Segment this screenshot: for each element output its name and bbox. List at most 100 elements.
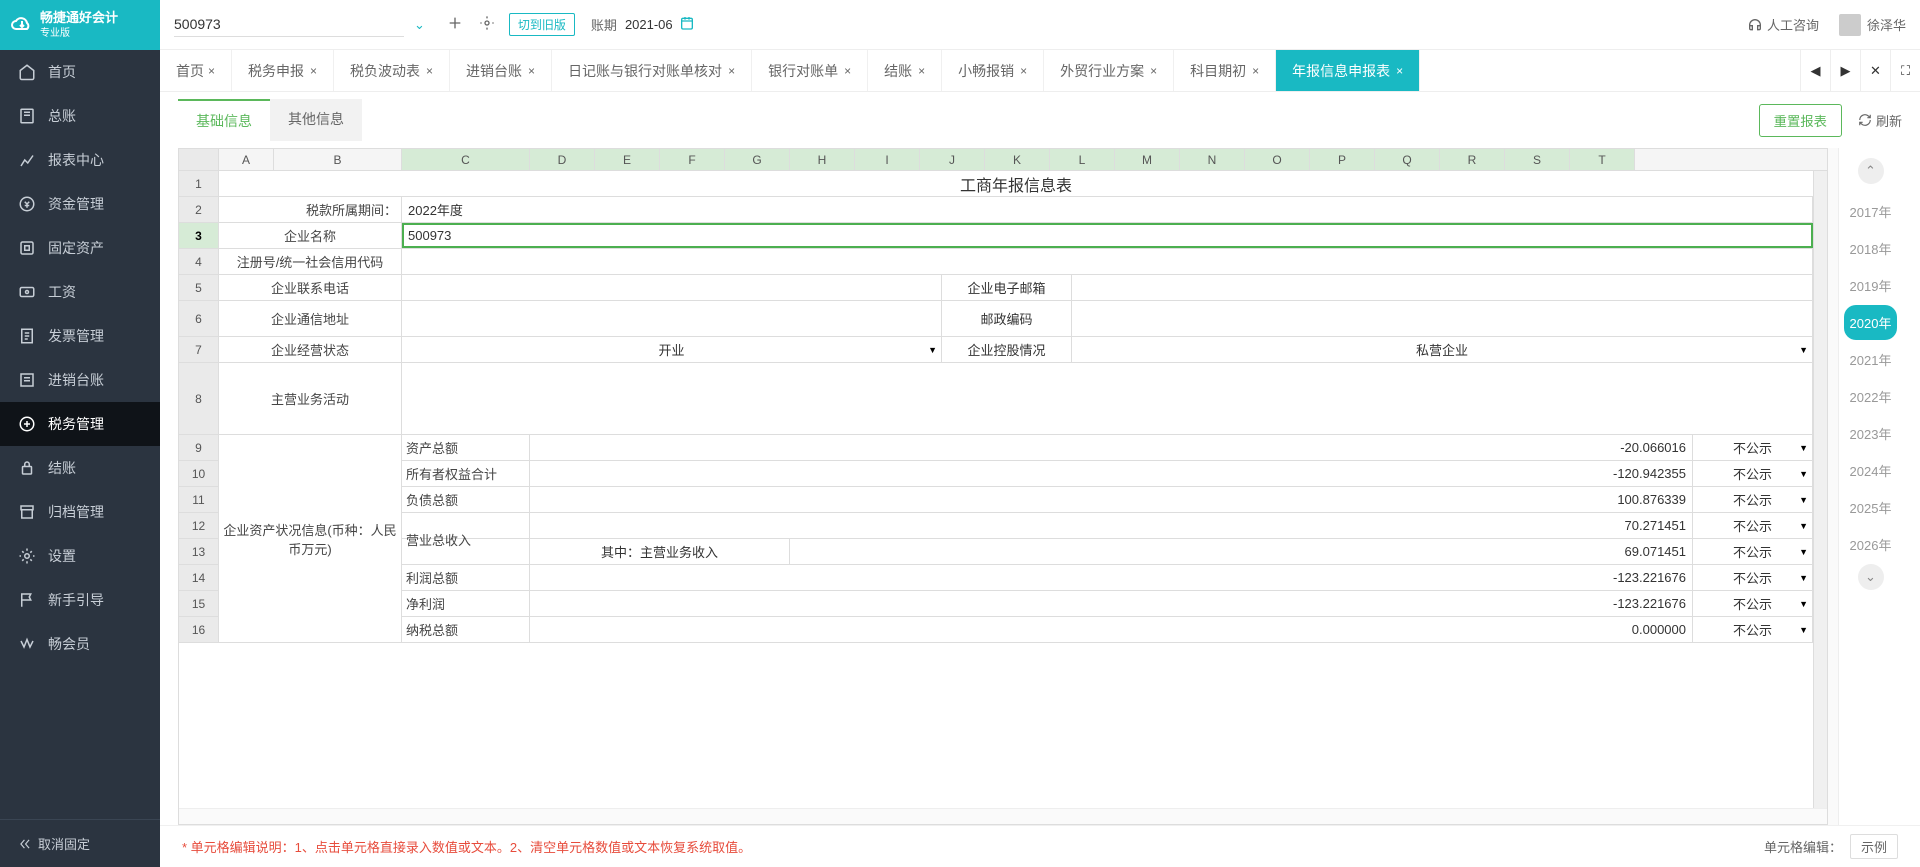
user-menu[interactable]: 徐泽华 — [1839, 14, 1906, 36]
calendar-button[interactable] — [679, 15, 695, 34]
status-dropdown[interactable]: 开业▼ — [402, 337, 942, 362]
publish-dropdown[interactable]: 不公示▼ — [1693, 565, 1813, 590]
vertical-scrollbar[interactable] — [1813, 171, 1827, 808]
row-header-2[interactable]: 2 — [179, 197, 219, 223]
row-header-4[interactable]: 4 — [179, 249, 219, 275]
year-2020年[interactable]: 2020年 — [1844, 305, 1898, 340]
tab-close-icon[interactable]: × — [1020, 64, 1027, 78]
year-up[interactable]: ⌃ — [1858, 158, 1884, 184]
row-header-1[interactable]: 1 — [179, 171, 219, 197]
tab-8[interactable]: 外贸行业方案× — [1044, 50, 1174, 91]
select-all-corner[interactable] — [179, 149, 219, 170]
tab-7[interactable]: 小畅报销× — [942, 50, 1044, 91]
cell-value[interactable]: 0.000000 — [530, 617, 1693, 642]
table-row[interactable]: 净利润-123.221676不公示▼ — [402, 591, 1813, 617]
tabs-fullscreen[interactable]: ⛶ — [1890, 50, 1920, 92]
company-select[interactable]: 500973 — [174, 12, 404, 37]
row-header-7[interactable]: 7 — [179, 337, 219, 363]
cell-value[interactable]: 70.271451 — [530, 513, 1693, 538]
tab-10[interactable]: 年报信息申报表× — [1276, 50, 1420, 91]
cell-value[interactable] — [402, 249, 1813, 274]
col-header-Q[interactable]: Q — [1375, 149, 1440, 170]
refresh-button[interactable]: 刷新 — [1858, 111, 1902, 130]
table-row[interactable]: 企业经营状态开业▼企业控股情况私营企业▼ — [219, 337, 1813, 363]
year-2021年[interactable]: 2021年 — [1844, 342, 1898, 377]
year-2024年[interactable]: 2024年 — [1844, 453, 1898, 488]
table-row[interactable]: 所有者权益合计-120.942355不公示▼ — [402, 461, 1813, 487]
year-2026年[interactable]: 2026年 — [1844, 527, 1898, 562]
col-header-H[interactable]: H — [790, 149, 855, 170]
year-2023年[interactable]: 2023年 — [1844, 416, 1898, 451]
col-header-S[interactable]: S — [1505, 149, 1570, 170]
subtab-other[interactable]: 其他信息 — [270, 99, 362, 141]
tab-4[interactable]: 日记账与银行对账单核对× — [552, 50, 752, 91]
col-header-O[interactable]: O — [1245, 149, 1310, 170]
nav-funds[interactable]: 资金管理 — [0, 182, 160, 226]
year-2022年[interactable]: 2022年 — [1844, 379, 1898, 414]
nav-salary[interactable]: 工资 — [0, 270, 160, 314]
tab-6[interactable]: 结账× — [868, 50, 942, 91]
table-row[interactable]: 营业总收入70.271451不公示▼ — [402, 513, 1813, 539]
cell-value[interactable]: 2022年度 — [402, 197, 1813, 222]
tab-0[interactable]: 首页 × — [160, 50, 232, 91]
col-header-C[interactable]: C — [402, 149, 530, 170]
tabs-close-all[interactable]: ✕ — [1860, 50, 1890, 92]
table-row[interactable]: 工商年报信息表 — [219, 171, 1813, 197]
nav-member[interactable]: 畅会员 — [0, 622, 160, 666]
cell-value[interactable] — [1072, 275, 1813, 300]
row-header-15[interactable]: 15 — [179, 591, 219, 617]
nav-settings[interactable]: 设置 — [0, 534, 160, 578]
publish-dropdown[interactable]: 不公示▼ — [1693, 435, 1813, 460]
year-2025年[interactable]: 2025年 — [1844, 490, 1898, 525]
cell-value[interactable] — [402, 301, 942, 336]
horizontal-scrollbar[interactable] — [179, 808, 1827, 824]
publish-dropdown[interactable]: 不公示▼ — [1693, 513, 1813, 538]
nav-assets[interactable]: 固定资产 — [0, 226, 160, 270]
tabs-next[interactable]: ▶ — [1830, 50, 1860, 92]
tab-5[interactable]: 银行对账单× — [752, 50, 868, 91]
row-header-12[interactable]: 12 — [179, 513, 219, 539]
publish-dropdown[interactable]: 不公示▼ — [1693, 461, 1813, 486]
tab-3[interactable]: 进销台账× — [450, 50, 552, 91]
col-header-B[interactable]: B — [274, 149, 402, 170]
row-header-10[interactable]: 10 — [179, 461, 219, 487]
row-header-13[interactable]: 13 — [179, 539, 219, 565]
nav-tax[interactable]: 税务管理 — [0, 402, 160, 446]
nav-home[interactable]: 首页 — [0, 50, 160, 94]
selected-cell[interactable]: 500973 — [402, 223, 1813, 248]
tab-close-icon[interactable]: × — [728, 64, 735, 78]
publish-dropdown[interactable]: 不公示▼ — [1693, 591, 1813, 616]
nav-inout[interactable]: 进销台账 — [0, 358, 160, 402]
tab-close-icon[interactable]: × — [1150, 64, 1157, 78]
old-version-button[interactable]: 切到旧版 — [509, 13, 575, 36]
nav-invoice[interactable]: 发票管理 — [0, 314, 160, 358]
nav-reports[interactable]: 报表中心 — [0, 138, 160, 182]
table-row[interactable]: 企业名称500973 — [219, 223, 1813, 249]
table-row[interactable]: 注册号/统一社会信用代码 — [219, 249, 1813, 275]
settings-button[interactable] — [479, 15, 495, 34]
col-header-F[interactable]: F — [660, 149, 725, 170]
tab-close-icon[interactable]: × — [528, 64, 535, 78]
row-header-3[interactable]: 3 — [179, 223, 219, 249]
row-header-11[interactable]: 11 — [179, 487, 219, 513]
cell-value[interactable]: 69.071451 — [790, 539, 1693, 564]
col-header-P[interactable]: P — [1310, 149, 1375, 170]
holding-dropdown[interactable]: 私营企业▼ — [1072, 337, 1813, 362]
unpin-button[interactable]: 取消固定 — [0, 819, 160, 867]
publish-dropdown[interactable]: 不公示▼ — [1693, 539, 1813, 564]
col-header-M[interactable]: M — [1115, 149, 1180, 170]
add-button[interactable] — [447, 15, 463, 34]
row-header-5[interactable]: 5 — [179, 275, 219, 301]
table-row[interactable]: 企业联系电话企业电子邮箱 — [219, 275, 1813, 301]
year-down[interactable]: ⌄ — [1858, 564, 1884, 590]
nav-guide[interactable]: 新手引导 — [0, 578, 160, 622]
year-2017年[interactable]: 2017年 — [1844, 194, 1898, 229]
year-2019年[interactable]: 2019年 — [1844, 268, 1898, 303]
table-row[interactable]: 资产总额-20.066016不公示▼ — [402, 435, 1813, 461]
year-2018年[interactable]: 2018年 — [1844, 231, 1898, 266]
cell-value[interactable]: 100.876339 — [530, 487, 1693, 512]
row-header-14[interactable]: 14 — [179, 565, 219, 591]
nav-ledger[interactable]: 总账 — [0, 94, 160, 138]
subtab-basic[interactable]: 基础信息 — [178, 99, 270, 141]
publish-dropdown[interactable]: 不公示▼ — [1693, 487, 1813, 512]
